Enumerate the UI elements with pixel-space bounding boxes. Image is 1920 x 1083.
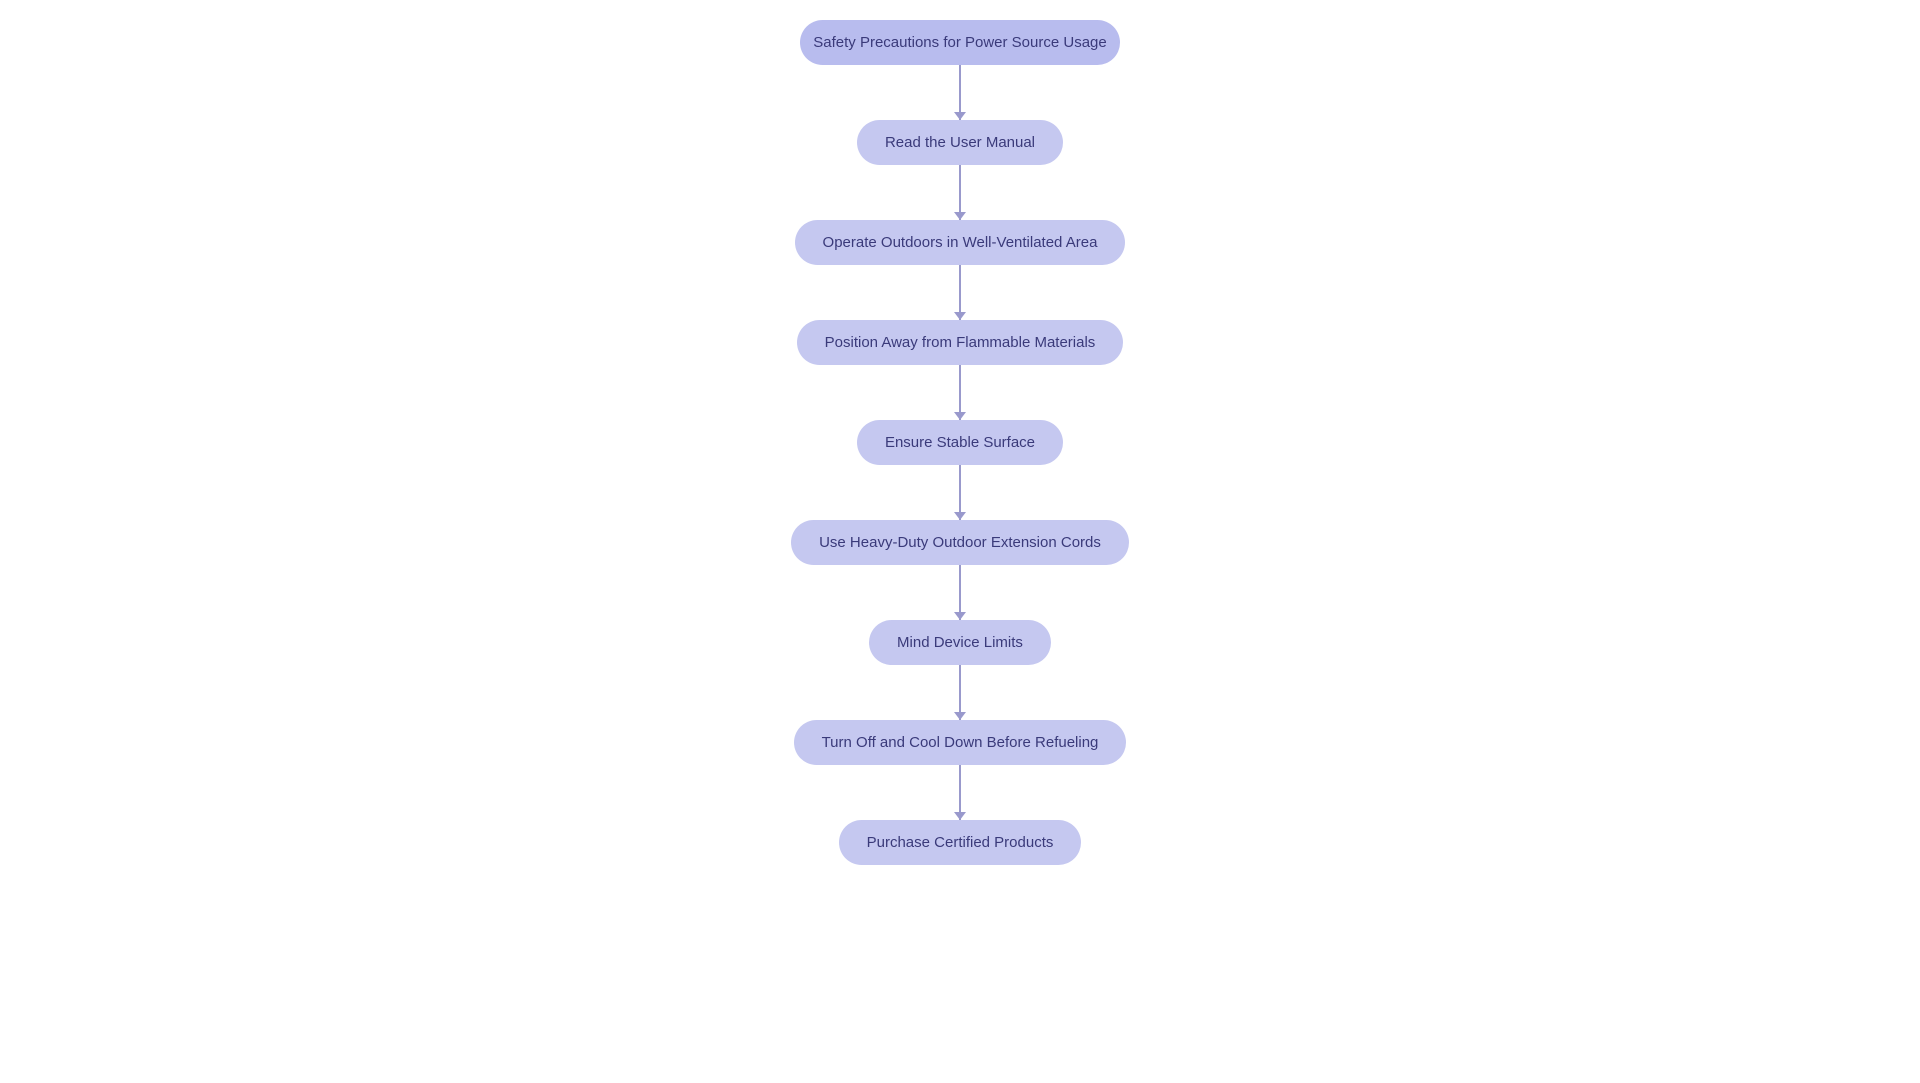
node-purchase-certified-products: Purchase Certified Products [839, 820, 1082, 865]
arrow-6 [959, 565, 961, 620]
node-position-away-flammable: Position Away from Flammable Materials [797, 320, 1124, 365]
arrow-2 [959, 165, 961, 220]
node-turn-off-cool-down: Turn Off and Cool Down Before Refueling [794, 720, 1127, 765]
node-safety-precautions: Safety Precautions for Power Source Usag… [800, 20, 1120, 65]
arrow-4 [959, 365, 961, 420]
arrow-1 [959, 65, 961, 120]
flowchart: Safety Precautions for Power Source Usag… [791, 0, 1129, 865]
arrow-5 [959, 465, 961, 520]
node-read-user-manual: Read the User Manual [857, 120, 1063, 165]
node-ensure-stable-surface: Ensure Stable Surface [857, 420, 1063, 465]
node-operate-outdoors: Operate Outdoors in Well-Ventilated Area [795, 220, 1126, 265]
node-use-heavy-duty-cords: Use Heavy-Duty Outdoor Extension Cords [791, 520, 1129, 565]
node-mind-device-limits: Mind Device Limits [869, 620, 1051, 665]
arrow-3 [959, 265, 961, 320]
arrow-7 [959, 665, 961, 720]
arrow-8 [959, 765, 961, 820]
